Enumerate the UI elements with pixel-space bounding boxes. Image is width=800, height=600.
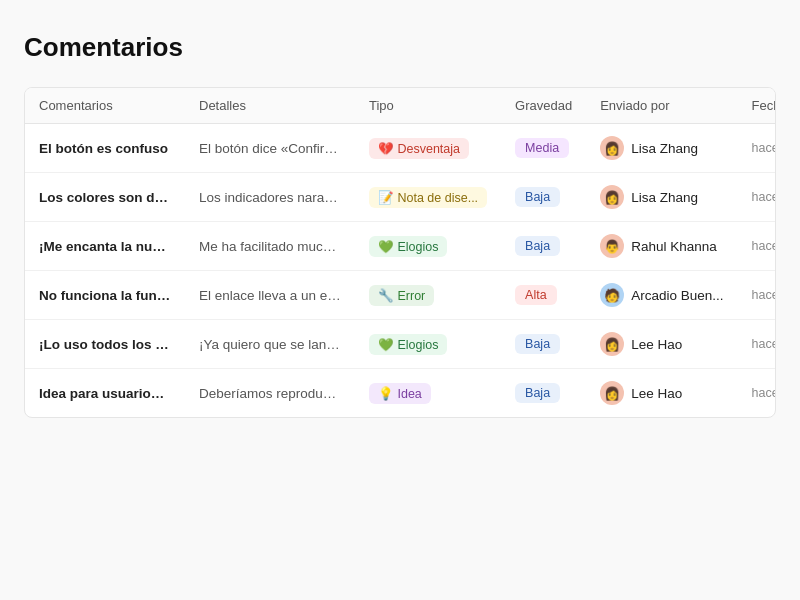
cell-enviado-0: 👩 Lisa Zhang xyxy=(586,124,737,173)
cell-fecha-5: hace 6 xyxy=(737,369,776,418)
table-row[interactable]: No funciona la función para ... El enlac… xyxy=(25,271,776,320)
cell-fecha-3: hace 6 xyxy=(737,271,776,320)
col-header-enviado: Enviado por xyxy=(586,88,737,124)
cell-gravedad-5: Baja xyxy=(501,369,586,418)
col-header-fecha: Fecha d... xyxy=(737,88,776,124)
cell-enviado-4: 👩 Lee Hao xyxy=(586,320,737,369)
username-3: Arcadio Buen... xyxy=(631,288,723,303)
tipo-badge-4: 💚 Elogios xyxy=(369,334,447,355)
avatar-4: 👩 xyxy=(600,332,624,356)
cell-fecha-1: hace 6 xyxy=(737,173,776,222)
cell-fecha-4: hace 6 xyxy=(737,320,776,369)
gravedad-badge-2: Baja xyxy=(515,236,560,256)
cell-comment-5: Idea para usuarios nuevos xyxy=(25,369,185,418)
username-2: Rahul Khanna xyxy=(631,239,717,254)
cell-enviado-5: 👩 Lee Hao xyxy=(586,369,737,418)
col-header-detalles: Detalles xyxy=(185,88,355,124)
table-row[interactable]: El botón es confuso El botón dice «Confi… xyxy=(25,124,776,173)
username-0: Lisa Zhang xyxy=(631,141,698,156)
cell-details-2: Me ha facilitado mucho el ... xyxy=(185,222,355,271)
cell-gravedad-4: Baja xyxy=(501,320,586,369)
col-header-comentarios: Comentarios xyxy=(25,88,185,124)
page-title: Comentarios xyxy=(24,32,776,63)
cell-tipo-4: 💚 Elogios xyxy=(355,320,501,369)
avatar-1: 👩 xyxy=(600,185,624,209)
cell-details-4: ¡Ya quiero que se lance para ... xyxy=(185,320,355,369)
comments-table: Comentarios Detalles Tipo Gravedad Envia… xyxy=(25,88,776,417)
cell-tipo-5: 💡 Idea xyxy=(355,369,501,418)
cell-tipo-2: 💚 Elogios xyxy=(355,222,501,271)
table-row[interactable]: Idea para usuarios nuevos Deberíamos rep… xyxy=(25,369,776,418)
table-row[interactable]: ¡Me encanta la nueva ... Me ha facilitad… xyxy=(25,222,776,271)
cell-fecha-2: hace 6 xyxy=(737,222,776,271)
gravedad-badge-4: Baja xyxy=(515,334,560,354)
cell-gravedad-2: Baja xyxy=(501,222,586,271)
avatar-5: 👩 xyxy=(600,381,624,405)
gravedad-badge-0: Media xyxy=(515,138,569,158)
table-header-row: Comentarios Detalles Tipo Gravedad Envia… xyxy=(25,88,776,124)
username-5: Lee Hao xyxy=(631,386,682,401)
page: Comentarios Comentarios Detalles Tipo Gr… xyxy=(0,0,800,450)
cell-enviado-3: 🧑 Arcadio Buen... xyxy=(586,271,737,320)
tipo-badge-0: 💔 Desventaja xyxy=(369,138,469,159)
table-row[interactable]: Los colores son demasiado ... Los indica… xyxy=(25,173,776,222)
cell-enviado-2: 👨 Rahul Khanna xyxy=(586,222,737,271)
cell-tipo-1: 📝 Nota de dise... xyxy=(355,173,501,222)
table-container: Comentarios Detalles Tipo Gravedad Envia… xyxy=(24,87,776,418)
avatar-0: 👩 xyxy=(600,136,624,160)
table-row[interactable]: ¡Lo uso todos los días! ¡Ya quiero que s… xyxy=(25,320,776,369)
cell-comment-1: Los colores son demasiado ... xyxy=(25,173,185,222)
avatar-3: 🧑 xyxy=(600,283,624,307)
cell-tipo-3: 🔧 Error xyxy=(355,271,501,320)
username-4: Lee Hao xyxy=(631,337,682,352)
gravedad-badge-3: Alta xyxy=(515,285,557,305)
tipo-badge-3: 🔧 Error xyxy=(369,285,434,306)
col-header-tipo: Tipo xyxy=(355,88,501,124)
gravedad-badge-1: Baja xyxy=(515,187,560,207)
col-header-gravedad: Gravedad xyxy=(501,88,586,124)
cell-comment-4: ¡Lo uso todos los días! xyxy=(25,320,185,369)
avatar-2: 👨 xyxy=(600,234,624,258)
cell-enviado-1: 👩 Lisa Zhang xyxy=(586,173,737,222)
cell-gravedad-0: Media xyxy=(501,124,586,173)
cell-gravedad-1: Baja xyxy=(501,173,586,222)
cell-comment-3: No funciona la función para ... xyxy=(25,271,185,320)
cell-details-5: Deberíamos reproducir una ... xyxy=(185,369,355,418)
tipo-badge-1: 📝 Nota de dise... xyxy=(369,187,487,208)
cell-tipo-0: 💔 Desventaja xyxy=(355,124,501,173)
tipo-badge-5: 💡 Idea xyxy=(369,383,431,404)
tipo-badge-2: 💚 Elogios xyxy=(369,236,447,257)
cell-details-1: Los indicadores naranja y ... xyxy=(185,173,355,222)
cell-comment-0: El botón es confuso xyxy=(25,124,185,173)
cell-details-0: El botón dice «Confirmar y ... xyxy=(185,124,355,173)
cell-details-3: El enlace lleva a un error 40... xyxy=(185,271,355,320)
cell-comment-2: ¡Me encanta la nueva ... xyxy=(25,222,185,271)
cell-gravedad-3: Alta xyxy=(501,271,586,320)
cell-fecha-0: hace 6 xyxy=(737,124,776,173)
gravedad-badge-5: Baja xyxy=(515,383,560,403)
username-1: Lisa Zhang xyxy=(631,190,698,205)
